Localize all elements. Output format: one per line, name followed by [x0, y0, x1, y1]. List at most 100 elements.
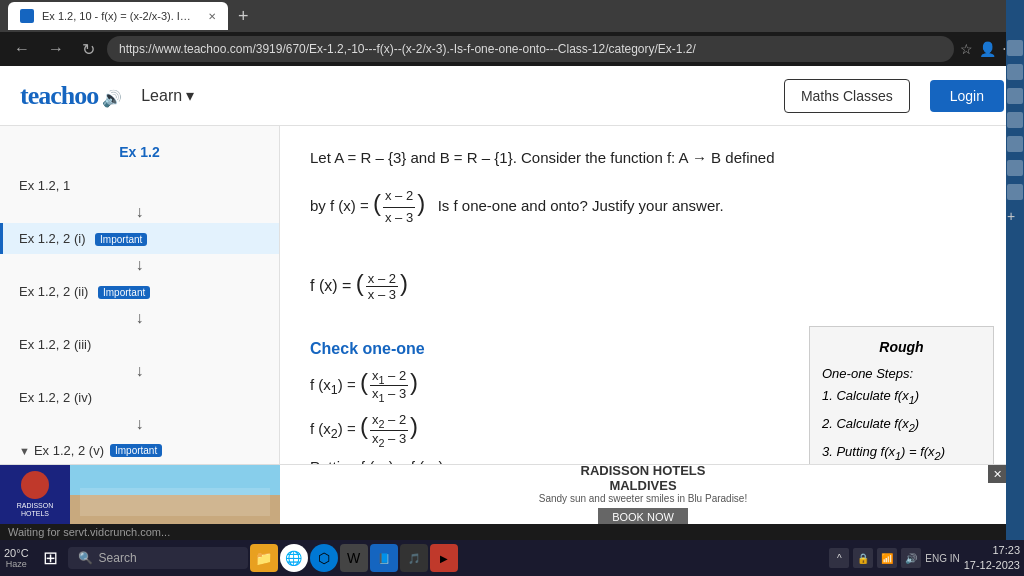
- nav-chevron-v: ▼: [19, 445, 30, 457]
- taskbar-chrome[interactable]: 🌐: [280, 544, 308, 572]
- new-tab-button[interactable]: +: [232, 6, 255, 27]
- weather-widget: 20°C Haze: [4, 547, 29, 569]
- nav-item-ex1[interactable]: Ex 1.2, 1: [0, 170, 279, 201]
- taskbar: 20°C Haze ⊞ 🔍 Search 📁 🌐 ⬡ W 📘 🎵 ▶ ^ 🔒 📶…: [0, 540, 1024, 576]
- nav-item-ex2v[interactable]: ▼ Ex 1.2, 2 (v) Important: [0, 435, 279, 466]
- rough-step3: 3. Putting f(x1) = f(x2): [822, 441, 981, 465]
- nav-arrow-4: ↓: [0, 360, 279, 382]
- ad-banner: ✕ RADISSONHOTELS RADISSON HOTELS MALDIVE…: [0, 464, 1006, 524]
- favicon: [20, 9, 34, 23]
- search-icon: 🔍: [78, 551, 93, 565]
- taskbar-file-explorer[interactable]: 📁: [250, 544, 278, 572]
- login-button[interactable]: Login: [930, 80, 1004, 112]
- badge-important-2: Important: [98, 286, 150, 299]
- close-paren-3: ): [410, 368, 418, 395]
- ad-location: MALDIVES: [609, 478, 676, 493]
- nav-arrow-3: ↓: [0, 307, 279, 329]
- close-paren-1: ): [417, 189, 425, 216]
- problem-title: Let A = R – {3} and B = R – {1}. Conside…: [310, 146, 994, 170]
- open-paren-1: (: [373, 189, 381, 216]
- learn-arrow-icon: ▾: [186, 86, 194, 105]
- tray-icon-2[interactable]: 🔒: [853, 548, 873, 568]
- close-paren-4: ): [410, 412, 418, 439]
- back-button[interactable]: ←: [8, 38, 36, 60]
- open-paren-2: (: [356, 269, 364, 296]
- weather-desc: Haze: [6, 559, 27, 569]
- nav-item-ex2i[interactable]: Ex 1.2, 2 (i) Important: [0, 223, 279, 254]
- close-paren-2: ): [400, 269, 408, 296]
- rough-box: Rough One-one Steps: 1. Calculate f(x1) …: [809, 326, 994, 478]
- fraction-x2: x2 – 2x2 – 3: [370, 412, 408, 448]
- taskbar-app1[interactable]: W: [340, 544, 368, 572]
- open-paren-3: (: [360, 368, 368, 395]
- fraction-x1: x1 – 2x1 – 3: [370, 368, 408, 404]
- search-label: Search: [99, 551, 137, 565]
- refresh-button[interactable]: ↻: [76, 38, 101, 61]
- nav-item-ex2iv[interactable]: Ex 1.2, 2 (iv): [0, 382, 279, 413]
- sound-icon: 🔊: [102, 90, 121, 107]
- ad-beach-people: [80, 488, 270, 516]
- maths-classes-button[interactable]: Maths Classes: [784, 79, 910, 113]
- taskbar-edge[interactable]: ⬡: [310, 544, 338, 572]
- rough-box-content: One-one Steps: 1. Calculate f(x1) 2. Cal…: [822, 363, 981, 465]
- badge-important-3: Important: [110, 444, 162, 457]
- taskbar-app4[interactable]: ▶: [430, 544, 458, 572]
- weather-temp: 20°C: [4, 547, 29, 559]
- rough-steps-label: One-one Steps:: [822, 363, 981, 385]
- right-sidebar-icon-1[interactable]: [1007, 40, 1023, 56]
- problem-formula-line: by f (x) = (x – 2x – 3) Is f one-one and…: [310, 186, 994, 229]
- taskbar-app3[interactable]: 🎵: [400, 544, 428, 572]
- ad-hotel-name: RADISSONHOTELS: [17, 502, 54, 519]
- taskbar-tray: ^ 🔒 📶 🔊 ENG IN 17:23 17-12-2023: [829, 543, 1020, 574]
- right-sidebar-icon-7[interactable]: [1007, 184, 1023, 200]
- open-paren-4: (: [360, 412, 368, 439]
- time: 17:23: [964, 543, 1020, 558]
- start-button[interactable]: ⊞: [35, 543, 66, 573]
- tab-title: Ex 1.2, 10 - f(x) = (x-2/x-3). Is f o...: [42, 10, 196, 22]
- url-input[interactable]: [107, 36, 954, 62]
- right-sidebar-icon-2[interactable]: [1007, 64, 1023, 80]
- rough-step1: 1. Calculate f(x1): [822, 385, 981, 409]
- nav-arrow-1: ↓: [0, 201, 279, 223]
- nav-arrow-2: ↓: [0, 254, 279, 276]
- status-text: Waiting for servt.vidcrunch.com...: [8, 526, 170, 538]
- right-sidebar-icon-5[interactable]: [1007, 136, 1023, 152]
- book-now-button[interactable]: BOOK NOW: [598, 508, 688, 524]
- tab-bar: Ex 1.2, 10 - f(x) = (x-2/x-3). Is f o...…: [0, 0, 1024, 32]
- logo: teachoo🔊: [20, 81, 121, 111]
- learn-button[interactable]: Learn ▾: [141, 86, 194, 105]
- main-fraction-top: x – 2x – 3: [383, 186, 415, 229]
- nav-item-ex2iii[interactable]: Ex 1.2, 2 (iii): [0, 329, 279, 360]
- right-sidebar-icon-plus[interactable]: +: [1007, 208, 1023, 224]
- ad-beach-image: [70, 465, 280, 524]
- bookmark-icon[interactable]: ☆: [960, 41, 973, 57]
- ad-close-button[interactable]: ✕: [988, 465, 1006, 483]
- status-bar: Waiting for servt.vidcrunch.com...: [0, 524, 1024, 540]
- ad-tagline: Sandy sun and sweeter smiles in Blu Para…: [539, 493, 747, 504]
- right-sidebar-icon-3[interactable]: [1007, 88, 1023, 104]
- profile-icon[interactable]: 👤: [979, 41, 996, 57]
- browser-tab[interactable]: Ex 1.2, 10 - f(x) = (x-2/x-3). Is f o...…: [8, 2, 228, 30]
- forward-button[interactable]: →: [42, 38, 70, 60]
- nav-item-ex2ii[interactable]: Ex 1.2, 2 (ii) Important: [0, 276, 279, 307]
- close-tab-button[interactable]: ✕: [208, 11, 216, 22]
- tray-icon-volume[interactable]: 🔊: [901, 548, 921, 568]
- ad-title: RADISSON HOTELS: [581, 464, 706, 478]
- nav-arrow-5: ↓: [0, 413, 279, 435]
- badge-important-1: Important: [95, 233, 147, 246]
- learn-label: Learn: [141, 87, 182, 105]
- tray-icon-1[interactable]: ^: [829, 548, 849, 568]
- ad-text-area: RADISSON HOTELS MALDIVES Sandy sun and s…: [280, 465, 1006, 524]
- rough-step2: 2. Calculate f(x2): [822, 413, 981, 437]
- tray-icon-wifi[interactable]: 📶: [877, 548, 897, 568]
- ad-logo-area: RADISSONHOTELS: [0, 465, 70, 524]
- taskbar-app2[interactable]: 📘: [370, 544, 398, 572]
- right-sidebar-icon-6[interactable]: [1007, 160, 1023, 176]
- site-header: teachoo🔊 Learn ▾ Maths Classes Login: [0, 66, 1024, 126]
- lang-indicator: ENG IN: [925, 553, 959, 564]
- main-fraction: x – 2x – 3: [366, 271, 398, 302]
- taskbar-search-box[interactable]: 🔍 Search: [68, 547, 248, 569]
- radisson-logo-circle: [21, 471, 49, 499]
- address-bar: ← → ↻ ☆ 👤 ⋯: [0, 32, 1024, 66]
- right-sidebar-icon-4[interactable]: [1007, 112, 1023, 128]
